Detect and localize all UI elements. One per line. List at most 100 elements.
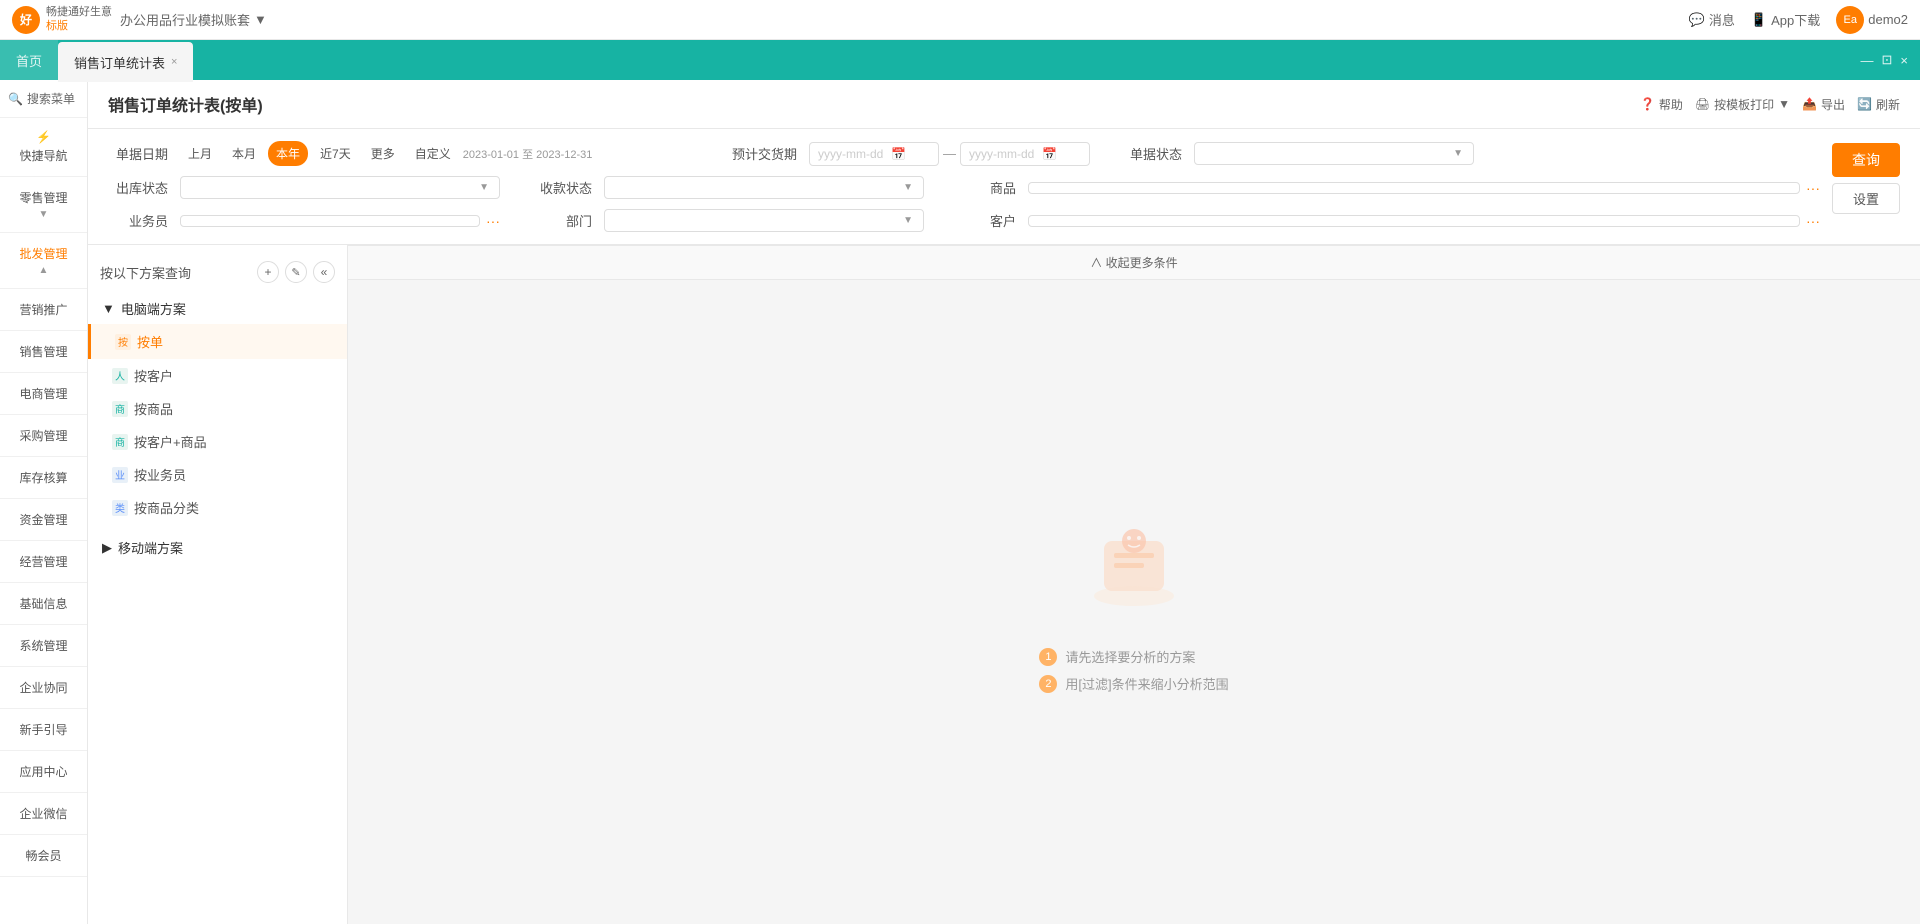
sidebar-item-wholesale[interactable]: 批发管理 ▲ (0, 233, 87, 289)
sidebar-item-apps[interactable]: 应用中心 (0, 751, 87, 793)
date-start-placeholder: yyyy-mm-dd (818, 147, 883, 161)
scheme-item-by-cust-goods[interactable]: 商 按客户+商品 (88, 425, 347, 458)
scheme-group-pc-title[interactable]: ▼ 电脑端方案 (88, 293, 347, 324)
tip-num-1: 1 (1039, 648, 1057, 666)
sidebar-item-inventory[interactable]: 库存核算 (0, 457, 87, 499)
app-download-btn[interactable]: 📱 App下载 (1751, 10, 1820, 29)
marketing-label: 营销推广 (19, 301, 67, 318)
query-btn[interactable]: 查询 (1832, 143, 1900, 177)
dept-select[interactable]: ▼ (604, 209, 924, 232)
last-month-btn[interactable]: 上月 (180, 141, 220, 166)
tab-home[interactable]: 首页 (0, 40, 58, 80)
this-year-btn[interactable]: 本年 (268, 141, 308, 166)
by-customer-icon: 人 (112, 368, 128, 384)
newbie-label: 新手引导 (19, 721, 67, 738)
main-content: ∧ 收起更多条件 (348, 245, 1920, 924)
search-label: 搜索菜单 (27, 90, 75, 107)
scheme-item-by-order[interactable]: 按 按单 (88, 324, 347, 359)
predicted-date-start[interactable]: yyyy-mm-dd 📅 (809, 142, 939, 166)
message-icon: 💬 (1689, 12, 1705, 28)
print-dropdown-icon[interactable]: ▼ (1778, 97, 1790, 111)
sidebar-item-newbie[interactable]: 新手引导 (0, 709, 87, 751)
custom-btn[interactable]: 自定义 (407, 141, 459, 166)
window-minimize-btn[interactable]: — (1861, 53, 1874, 68)
tip-1-text: 请先选择要分析的方案 (1065, 647, 1195, 666)
salesperson-select[interactable] (180, 215, 480, 227)
more-btn[interactable]: 更多 (363, 141, 403, 166)
mobile-group-arrow: ▶ (102, 540, 112, 556)
sidebar-item-system[interactable]: 系统管理 (0, 625, 87, 667)
edit-scheme-btn[interactable]: ✎ (285, 261, 307, 283)
sidebar-item-purchase[interactable]: 采购管理 (0, 415, 87, 457)
bill-status-select[interactable]: ▼ (1194, 142, 1474, 165)
ops-label: 经营管理 (19, 553, 67, 570)
mobile-group-label: 移动端方案 (118, 538, 183, 557)
sidebar-item-basic[interactable]: 基础信息 (0, 583, 87, 625)
scheme-group-mobile-title[interactable]: ▶ 移动端方案 (88, 532, 347, 563)
collapse-panel-btn[interactable]: « (313, 261, 335, 283)
customer-select[interactable] (1028, 215, 1800, 227)
sidebar-search-btn[interactable]: 🔍 搜索菜单 (0, 80, 87, 118)
refresh-btn[interactable]: 🔄 刷新 (1857, 96, 1900, 113)
last7-btn[interactable]: 近7天 (312, 141, 359, 166)
this-month-btn[interactable]: 本月 (224, 141, 264, 166)
wholesale-arrow: ▲ (39, 265, 49, 276)
sidebar-item-corp[interactable]: 企业协同 (0, 667, 87, 709)
scheme-item-by-customer[interactable]: 人 按客户 (88, 359, 347, 392)
scheme-item-by-sales[interactable]: 业 按业务员 (88, 458, 347, 491)
salesperson-label: 业务员 (108, 211, 168, 230)
sidebar-item-member[interactable]: 畅会员 (0, 835, 87, 877)
window-close-btn[interactable]: × (1900, 53, 1908, 68)
export-icon: 📤 (1802, 97, 1817, 111)
corp-label: 企业协同 (19, 679, 67, 696)
logo-area: 好 畅捷通好生意 标版 (12, 6, 112, 34)
customer-more-icon[interactable]: ··· (1806, 213, 1820, 229)
scheme-list: ▼ 电脑端方案 按 按单 人 按客户 商 按商品 (88, 289, 347, 571)
user-menu[interactable]: Ea demo2 (1836, 6, 1908, 34)
by-customer-label: 按客户 (134, 366, 173, 385)
print-btn[interactable]: 🖨 按模板打印 ▼ (1695, 96, 1790, 113)
page-title: 销售订单统计表(按单) (108, 92, 263, 128)
by-cust-goods-label: 按客户+商品 (134, 432, 207, 451)
sidebar-item-ecom[interactable]: 电商管理 (0, 373, 87, 415)
sidebar-item-retail[interactable]: 零售管理 ▼ (0, 177, 87, 233)
refresh-icon: 🔄 (1857, 97, 1872, 111)
delivery-dropdown-icon: ▼ (479, 182, 489, 193)
tip-num-2: 2 (1039, 675, 1057, 693)
message-btn[interactable]: 💬 消息 (1689, 10, 1735, 29)
date-end-placeholder: yyyy-mm-dd (969, 147, 1034, 161)
window-maximize-btn[interactable]: ⊡ (1882, 52, 1893, 68)
calendar-icon-end[interactable]: 📅 (1042, 147, 1057, 161)
scheme-item-by-goods[interactable]: 商 按商品 (88, 392, 347, 425)
sidebar-item-finance[interactable]: 资金管理 (0, 499, 87, 541)
search-icon: 🔍 (8, 92, 23, 106)
logo-text: 畅捷通好生意 标版 (46, 6, 112, 32)
payment-status-select[interactable]: ▼ (604, 176, 924, 199)
tab-close-icon[interactable]: × (171, 56, 177, 68)
breadcrumb-dropdown-icon[interactable]: ▼ (254, 12, 267, 27)
sidebar-item-ops[interactable]: 经营管理 (0, 541, 87, 583)
tab-sales-order[interactable]: 销售订单统计表 × (58, 42, 193, 82)
predicted-date-end[interactable]: yyyy-mm-dd 📅 (960, 142, 1090, 166)
add-scheme-btn[interactable]: + (257, 261, 279, 283)
export-btn[interactable]: 📤 导出 (1802, 96, 1845, 113)
bill-status-label: 单据状态 (1122, 144, 1182, 163)
sidebar-item-marketing[interactable]: 营销推广 (0, 289, 87, 331)
collapse-bar[interactable]: ∧ 收起更多条件 (348, 245, 1920, 280)
goods-more-icon[interactable]: ··· (1806, 180, 1820, 196)
goods-select[interactable] (1028, 182, 1800, 194)
calendar-icon-start[interactable]: 📅 (891, 147, 906, 161)
sidebar-item-quick-nav[interactable]: ⚡ 快捷导航 (0, 118, 87, 177)
filter-area: 单据日期 上月 本月 本年 近7天 更多 自定义 2023-01-01 至 20… (88, 129, 1920, 245)
delivery-status-select[interactable]: ▼ (180, 176, 500, 199)
content-area: 销售订单统计表(按单) ❓ 帮助 🖨 按模板打印 ▼ 📤 导出 🔄 刷新 (88, 80, 1920, 924)
scheme-item-by-category[interactable]: 类 按商品分类 (88, 491, 347, 524)
salesperson-more-icon[interactable]: ··· (486, 213, 500, 229)
sidebar-item-wechat[interactable]: 企业微信 (0, 793, 87, 835)
help-btn[interactable]: ❓ 帮助 (1640, 96, 1683, 113)
setting-btn[interactable]: 设置 (1832, 183, 1900, 214)
date-range-text: 2023-01-01 至 2023-12-31 (463, 146, 593, 162)
print-icon: 🖨 (1695, 97, 1710, 111)
bill-status-dropdown-icon: ▼ (1453, 148, 1463, 159)
sidebar-item-sales[interactable]: 销售管理 (0, 331, 87, 373)
